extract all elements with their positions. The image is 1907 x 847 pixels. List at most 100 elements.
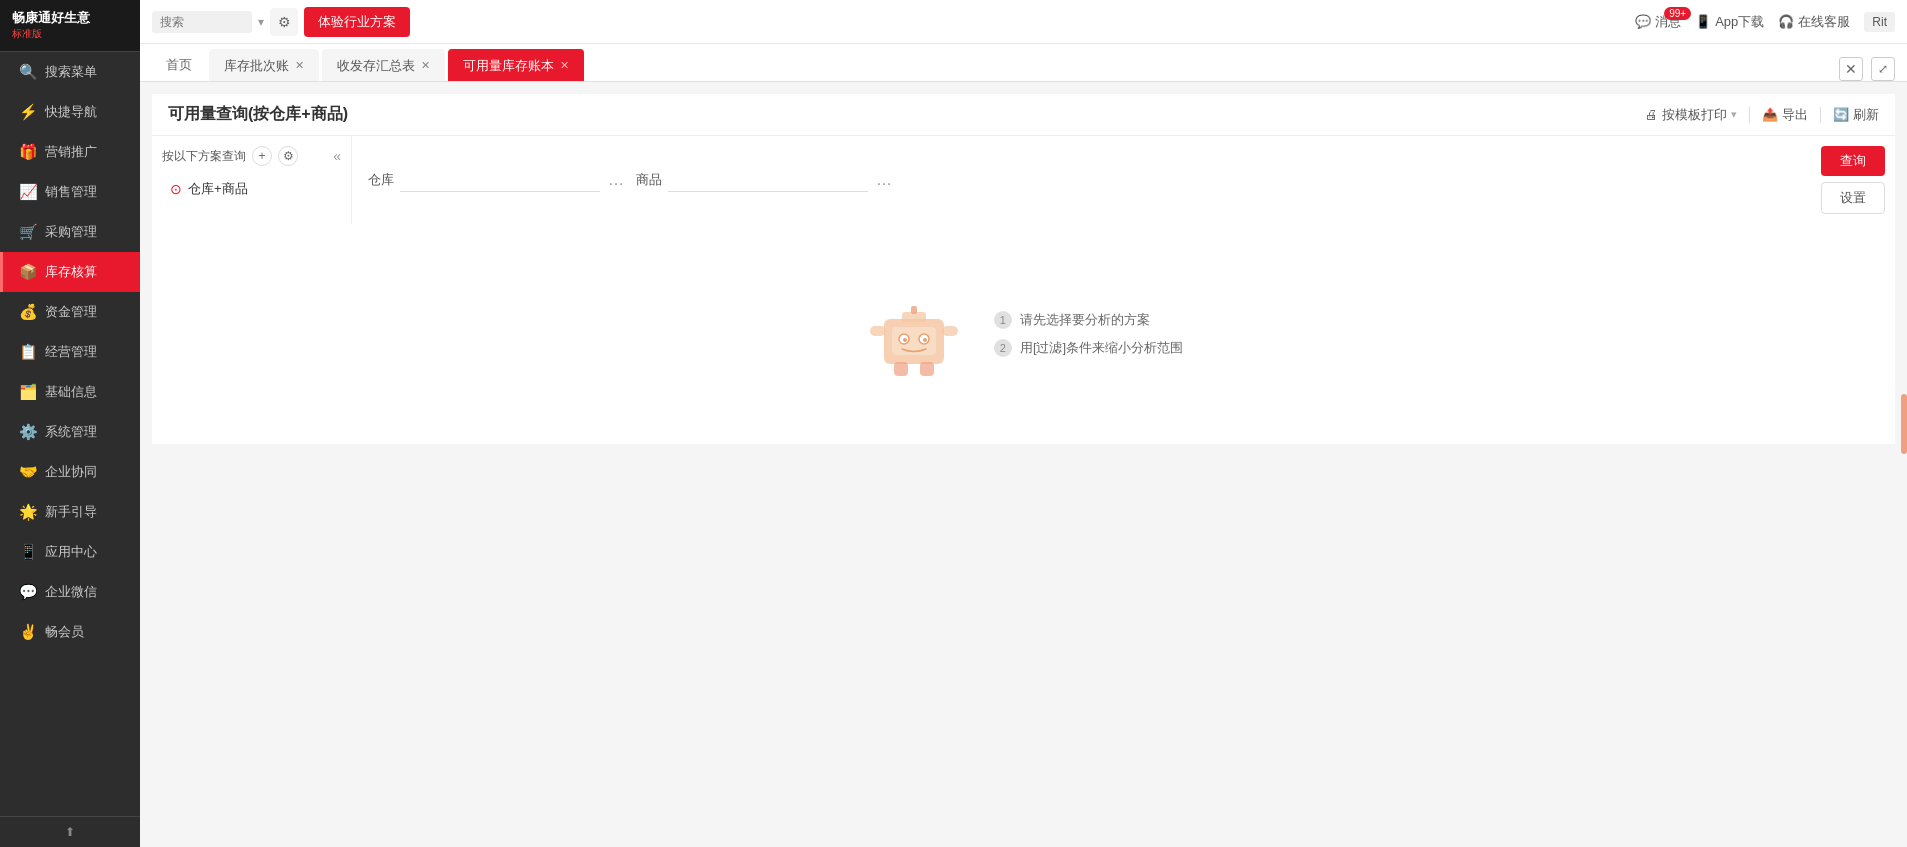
trial-button[interactable]: 体验行业方案 <box>304 7 410 37</box>
page-title: 可用量查询(按仓库+商品) <box>168 104 348 125</box>
sidebar-icon-wechat: 💬 <box>19 583 37 601</box>
sidebar-icon-quicknav: ⚡ <box>19 103 37 121</box>
user-name: Rit <box>1872 15 1887 29</box>
field-settings-button[interactable]: 设置 <box>1821 182 1885 214</box>
sidebar-icon-inventory: 📦 <box>19 263 37 281</box>
message-badge: 99+ <box>1664 7 1691 20</box>
tab-close-batch-account[interactable]: ✕ <box>295 59 304 72</box>
scheme-settings-button[interactable]: ⚙ <box>278 146 298 166</box>
refresh-button[interactable]: 🔄 刷新 <box>1833 106 1879 124</box>
sidebar-label-inventory: 库存核算 <box>45 263 97 281</box>
svg-point-4 <box>903 338 907 342</box>
message-button[interactable]: 💬 消息 99+ <box>1635 13 1681 31</box>
svg-rect-8 <box>870 326 886 336</box>
sidebar-item-inventory[interactable]: 📦 库存核算 <box>0 252 140 292</box>
sidebar-item-marketing[interactable]: 🎁营销推广 <box>0 132 140 172</box>
sidebar-scroll: 🔍 搜索菜单 ⚡快捷导航🎁营销推广📈销售管理🛒采购管理 📦 库存核算 💰资金管理 📋 经营管理… <box>0 52 140 816</box>
product-more-icon[interactable]: … <box>876 171 892 189</box>
sidebar-icon-finance: 💰 <box>19 303 37 321</box>
sidebar-item-system[interactable]: ⚙️系统管理 <box>0 412 140 452</box>
empty-tip-1: 1 请先选择要分析的方案 <box>994 311 1183 329</box>
sidebar-label-newguide: 新手引导 <box>45 503 97 521</box>
sidebar-item-membership[interactable]: ✌️畅会员 <box>0 612 140 652</box>
sidebar-icon-search: 🔍 <box>19 63 37 81</box>
add-scheme-button[interactable]: + <box>252 146 272 166</box>
tab-collect-summary[interactable]: 收发存汇总表✕ <box>322 49 445 81</box>
scheme-item-warehouse-product[interactable]: ⊙ 仓库+商品 <box>162 174 341 204</box>
empty-state-inner: 1 请先选择要分析的方案 2 用[过滤]条件来缩小分析范围 <box>864 284 1183 384</box>
divider-2 <box>1820 107 1821 123</box>
sidebar-icon-operations: 📋 <box>19 343 37 361</box>
tabbar: 首页库存批次账✕收发存汇总表✕可用量库存账本✕ ✕ ⤢ <box>140 44 1907 82</box>
print-button[interactable]: 🖨 按模板打印 ▾ <box>1645 106 1737 124</box>
topbar: ▾ ⚙ 体验行业方案 💬 消息 99+ 📱 App下载 🎧 在线客服 Rit <box>140 0 1907 44</box>
warehouse-more-icon[interactable]: … <box>608 171 624 189</box>
tip-text-2: 用[过滤]条件来缩小分析范围 <box>1020 339 1183 357</box>
app-download-button[interactable]: 📱 App下载 <box>1695 13 1764 31</box>
sidebar-label-appcenter: 应用中心 <box>45 543 97 561</box>
sidebar-bottom[interactable]: ⬆ <box>0 816 140 847</box>
warehouse-label: 仓库 <box>368 171 394 189</box>
query-button[interactable]: 查询 <box>1821 146 1885 176</box>
scheme-icon: ⊙ <box>170 181 182 197</box>
svg-point-5 <box>923 338 927 342</box>
tab-home[interactable]: 首页 <box>152 49 206 81</box>
sidebar-item-sales[interactable]: 📈销售管理 <box>0 172 140 212</box>
sidebar-item-appcenter[interactable]: 📱应用中心 <box>0 532 140 572</box>
topbar-gear-icon[interactable]: ⚙ <box>270 8 298 36</box>
print-label: 按模板打印 <box>1662 106 1727 124</box>
sidebar-item-newguide[interactable]: 🌟 新手引导 <box>0 492 140 532</box>
collapse-button[interactable]: « <box>333 148 341 164</box>
refresh-label: 刷新 <box>1853 106 1879 124</box>
online-service-button[interactable]: 🎧 在线客服 <box>1778 13 1850 31</box>
svg-rect-11 <box>920 362 934 376</box>
tab-close-available-book[interactable]: ✕ <box>560 59 569 72</box>
sidebar-icon-purchase: 🛒 <box>19 223 37 241</box>
svg-rect-9 <box>942 326 958 336</box>
sidebar-item-search[interactable]: 🔍 搜索菜单 <box>0 52 140 92</box>
tip-text-1: 请先选择要分析的方案 <box>1020 311 1150 329</box>
breadcrumb-input[interactable] <box>152 11 252 33</box>
sidebar-item-wechat[interactable]: 💬 企业微信 <box>0 572 140 612</box>
sidebar-item-operations[interactable]: 📋 经营管理 <box>0 332 140 372</box>
headset-icon: 🎧 <box>1778 14 1794 29</box>
sidebar-item-purchase[interactable]: 🛒采购管理 <box>0 212 140 252</box>
tab-label-home: 首页 <box>166 56 192 74</box>
query-panel-inner: 按以下方案查询 + ⚙ « ⊙ 仓库+商品 仓库 … <box>152 136 1895 224</box>
tab-batch-account[interactable]: 库存批次账✕ <box>209 49 319 81</box>
user-profile-button[interactable]: Rit <box>1864 12 1895 32</box>
sidebar-label-search: 搜索菜单 <box>45 63 97 81</box>
sidebar-label-wechat: 企业微信 <box>45 583 97 601</box>
warehouse-input[interactable] <box>400 168 600 192</box>
online-service-label: 在线客服 <box>1798 13 1850 31</box>
empty-tips: 1 请先选择要分析的方案 2 用[过滤]条件来缩小分析范围 <box>994 311 1183 357</box>
sidebar-icon-membership: ✌️ <box>19 623 37 641</box>
breadcrumb-chevron-icon: ▾ <box>258 15 264 29</box>
tip-num-2: 2 <box>994 339 1012 357</box>
app-download-label: App下载 <box>1715 13 1764 31</box>
sidebar-item-basicinfo[interactable]: 🗂️基础信息 <box>0 372 140 412</box>
sidebar-label-operations: 经营管理 <box>45 343 97 361</box>
tab-close-collect-summary[interactable]: ✕ <box>421 59 430 72</box>
query-fields-section: 仓库 … 商品 … <box>352 136 1811 224</box>
sidebar-item-enterprise[interactable]: 🤝企业协同 <box>0 452 140 492</box>
sidebar-item-finance[interactable]: 💰资金管理 <box>0 292 140 332</box>
svg-rect-7 <box>911 306 917 314</box>
message-icon: 💬 <box>1635 14 1651 29</box>
tabbar-right: ✕ ⤢ <box>1839 57 1895 81</box>
tab-expand-button[interactable]: ⤢ <box>1871 57 1895 81</box>
sidebar-item-quicknav[interactable]: ⚡快捷导航 <box>0 92 140 132</box>
sidebar-label-marketing: 营销推广 <box>45 143 97 161</box>
tab-available-book[interactable]: 可用量库存账本✕ <box>448 49 584 81</box>
sidebar-icon-newguide: 🌟 <box>19 503 37 521</box>
sidebar-logo: 畅康通好生意 标准版 <box>0 0 140 52</box>
sidebar-icon-sales: 📈 <box>19 183 37 201</box>
query-btn-section: 查询 设置 <box>1811 136 1895 224</box>
sidebar-icon-enterprise: 🤝 <box>19 463 37 481</box>
export-button[interactable]: 📤 导出 <box>1762 106 1808 124</box>
divider-1 <box>1749 107 1750 123</box>
tab-close-all-button[interactable]: ✕ <box>1839 57 1863 81</box>
product-input[interactable] <box>668 168 868 192</box>
scheme-header-label: 按以下方案查询 <box>162 148 246 165</box>
refresh-icon: 🔄 <box>1833 107 1849 122</box>
